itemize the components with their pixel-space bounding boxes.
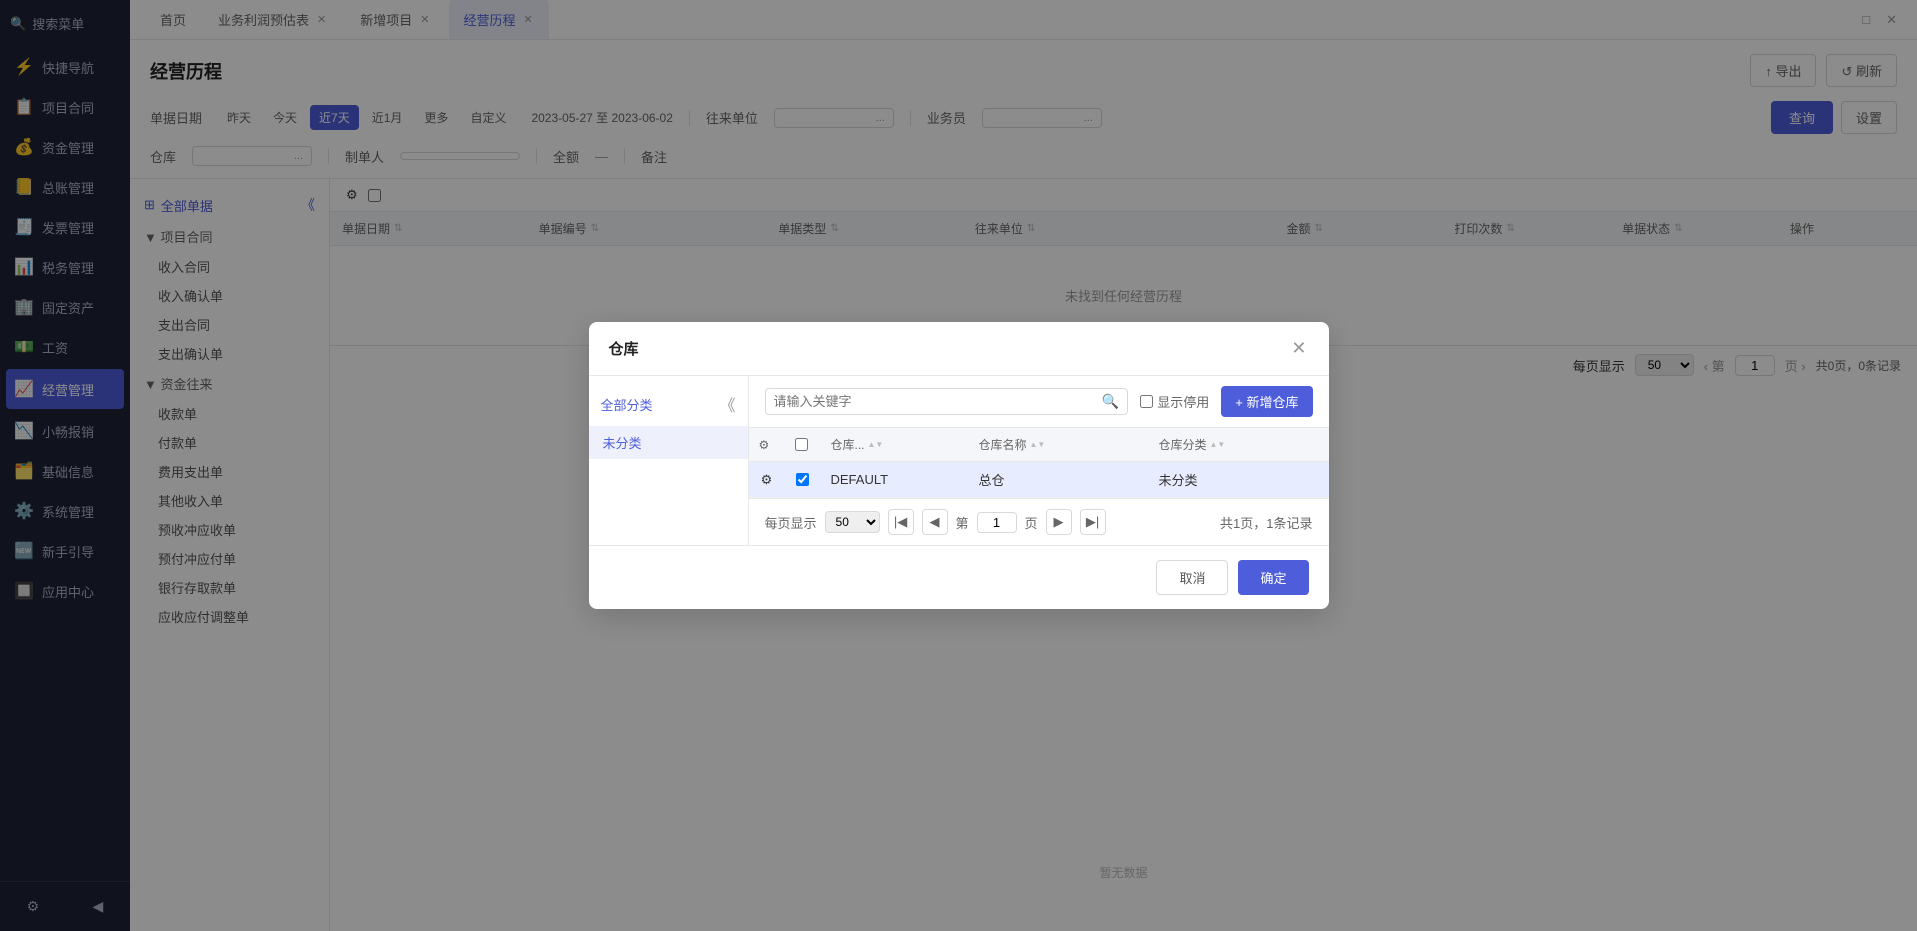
dialog-search-box[interactable]: 🔍: [765, 388, 1129, 415]
cat-sort-icon[interactable]: ▲▼: [1210, 441, 1226, 449]
name-col-label: 仓库名称: [979, 436, 1027, 453]
dialog-th-name: 仓库名称 ▲▼: [969, 428, 1149, 461]
name-sort-icon[interactable]: ▲▼: [1030, 441, 1046, 449]
dialog-pager-first[interactable]: |◀: [888, 509, 914, 535]
dialog-category-label: 未分类: [603, 436, 642, 451]
dialog-table-header: ⚙ 仓库... ▲▼ 仓库名称 ▲▼: [749, 428, 1329, 462]
dialog-body: 全部分类 《 未分类 🔍 显示停用: [589, 376, 1329, 545]
dialog-toolbar: 🔍 显示停用 + 新增仓库: [749, 376, 1329, 428]
dialog-page-input[interactable]: [977, 512, 1017, 533]
row-name: 总仓: [969, 462, 1149, 497]
code-col-label: 仓库...: [831, 436, 865, 453]
dialog-th-gear: ⚙: [749, 430, 785, 460]
dialog-table-row[interactable]: ⚙ DEFAULT 总仓 未分类: [749, 462, 1329, 498]
dialog-search-icon: 🔍: [1102, 393, 1119, 410]
dialog-th-category: 仓库分类 ▲▼: [1149, 428, 1329, 461]
dialog-page-size-select[interactable]: 50 100: [825, 511, 880, 533]
dialog-th-code: 仓库... ▲▼: [821, 428, 969, 461]
dialog-confirm-button[interactable]: 确定: [1238, 560, 1308, 595]
row-category: 未分类: [1149, 462, 1329, 497]
dialog-left-header: 全部分类 《: [589, 386, 748, 426]
dialog-search-input[interactable]: [774, 394, 1096, 409]
dialog-pager-page-suffix: 页: [1025, 513, 1038, 532]
dialog-th-checkbox: [785, 430, 821, 459]
dialog-show-disabled-label[interactable]: 显示停用: [1140, 392, 1209, 411]
dialog-page-total: 共1页，1条记录: [1220, 513, 1312, 532]
dialog-right-panel: 🔍 显示停用 + 新增仓库 ⚙: [749, 376, 1329, 545]
dialog-cancel-button[interactable]: 取消: [1156, 560, 1228, 595]
dialog-actions: 取消 确定: [589, 545, 1329, 609]
dialog-footer: 每页显示 50 100 |◀ ◀ 第 页 ▶ ▶| 共1页，1条记录: [749, 498, 1329, 545]
dialog-pager-next[interactable]: ▶: [1046, 509, 1072, 535]
dialog-header: 仓库 ✕: [589, 322, 1329, 376]
dialog-title: 仓库: [609, 338, 639, 359]
dialog-show-disabled-checkbox[interactable]: [1140, 395, 1153, 408]
code-sort-icon[interactable]: ▲▼: [868, 441, 884, 449]
dialog-pager-page-label: 第: [956, 513, 969, 532]
warehouse-dialog: 仓库 ✕ 全部分类 《 未分类 🔍: [589, 322, 1329, 609]
dialog-close-button[interactable]: ✕: [1289, 336, 1308, 361]
dialog-all-categories-label: 全部分类: [601, 395, 653, 414]
dialog-category-uncategorized[interactable]: 未分类: [589, 426, 748, 459]
cat-col-label: 仓库分类: [1159, 436, 1207, 453]
dialog-pager-last[interactable]: ▶|: [1080, 509, 1106, 535]
dialog-select-all[interactable]: [795, 438, 808, 451]
dialog-left-collapse-icon[interactable]: 《: [719, 392, 735, 416]
dialog-overlay: 仓库 ✕ 全部分类 《 未分类 🔍: [0, 0, 1917, 931]
dialog-left-panel: 全部分类 《 未分类: [589, 376, 749, 545]
row-gear-icon[interactable]: ⚙: [749, 464, 785, 496]
row-code: DEFAULT: [821, 464, 969, 495]
row-select-checkbox[interactable]: [796, 473, 809, 486]
dialog-pager-prev[interactable]: ◀: [922, 509, 948, 535]
dialog-table: ⚙ 仓库... ▲▼ 仓库名称 ▲▼: [749, 428, 1329, 498]
row-checkbox[interactable]: [785, 465, 821, 494]
gear-col-icon[interactable]: ⚙: [759, 438, 770, 452]
show-disabled-text: 显示停用: [1157, 392, 1209, 411]
dialog-page-size-label: 每页显示: [765, 513, 817, 532]
dialog-pagination: 每页显示 50 100 |◀ ◀ 第 页 ▶ ▶| 共1页，1条记录: [765, 509, 1313, 535]
dialog-add-button[interactable]: + 新增仓库: [1221, 386, 1312, 417]
